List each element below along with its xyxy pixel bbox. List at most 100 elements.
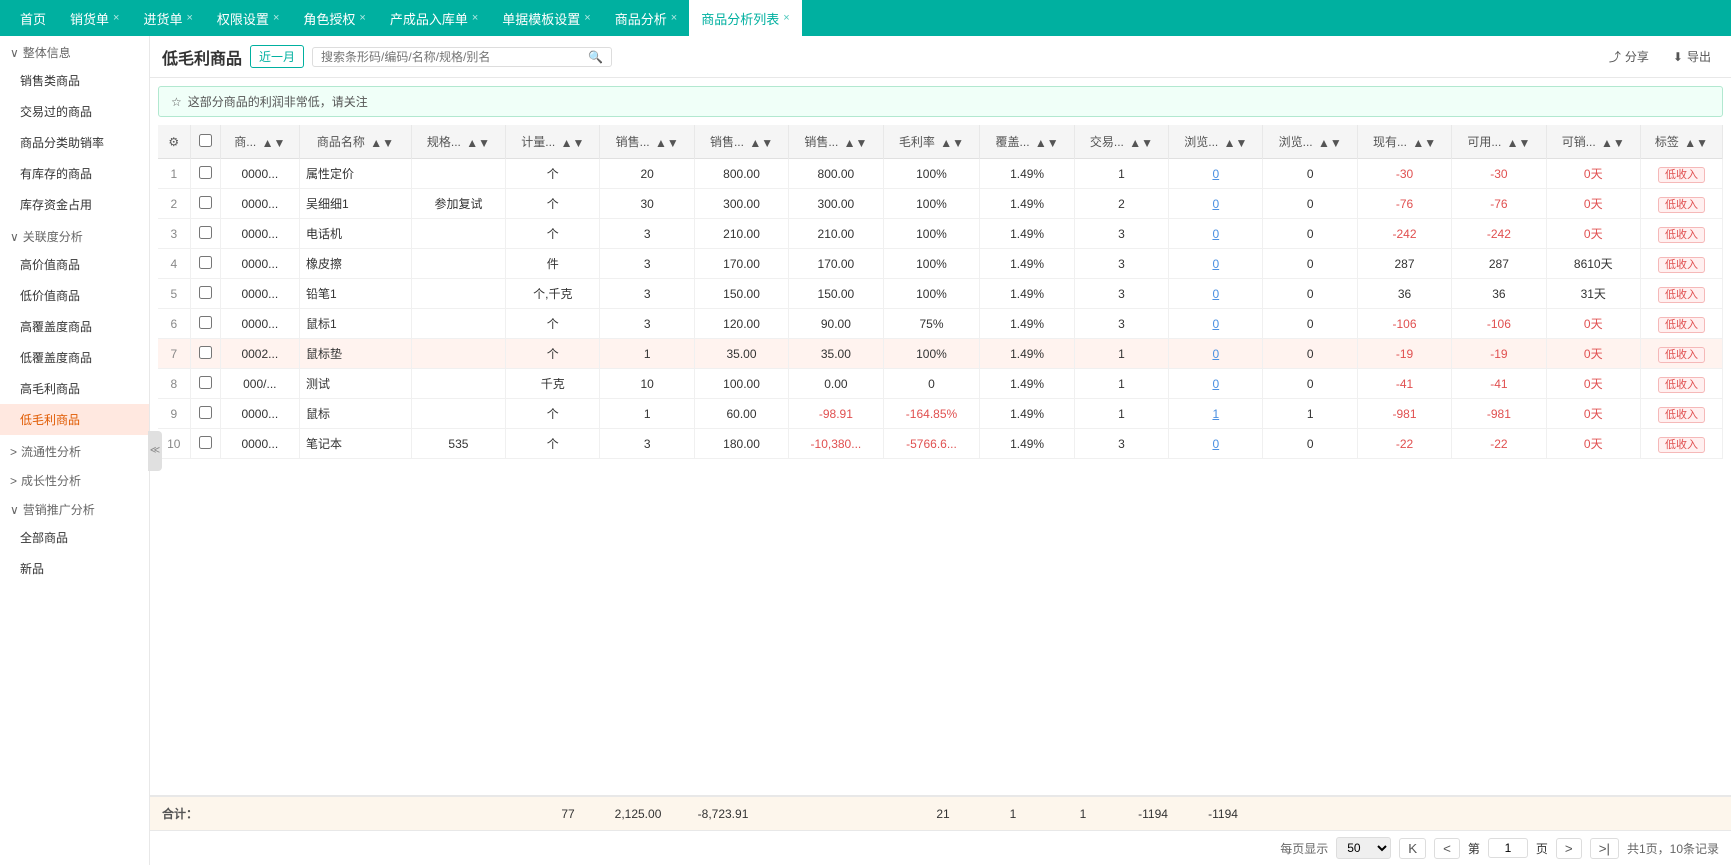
row-view1[interactable]: 0: [1169, 189, 1263, 219]
col-coverage[interactable]: 覆盖... ▲▼: [980, 125, 1074, 159]
row-gross-margin: 100%: [883, 219, 980, 249]
row-name[interactable]: 测试: [300, 369, 412, 399]
nav-template[interactable]: 单据模板设置 ×: [490, 0, 602, 36]
sidebar-group-marketing[interactable]: ∨ 营销推广分析: [0, 493, 149, 522]
row-sales-profit: 300.00: [789, 189, 883, 219]
row-name[interactable]: 鼠标垫: [300, 339, 412, 369]
sidebar-group-overall[interactable]: ∨ 整体信息: [0, 36, 149, 65]
row-name[interactable]: 橡皮擦: [300, 249, 412, 279]
nav-close-template[interactable]: ×: [584, 12, 590, 24]
col-view1[interactable]: 浏览... ▲▼: [1169, 125, 1263, 159]
row-view1[interactable]: 0: [1169, 369, 1263, 399]
col-name[interactable]: 商品名称 ▲▼: [300, 125, 412, 159]
nav-product-entry[interactable]: 产成品入库单 ×: [378, 0, 490, 36]
row-view2: 0: [1263, 249, 1357, 279]
col-available[interactable]: 可用... ▲▼: [1452, 125, 1546, 159]
sidebar-group-relevance[interactable]: ∨ 关联度分析: [0, 220, 149, 249]
sidebar-item-new-products[interactable]: 新品: [0, 553, 149, 584]
nav-close-sales[interactable]: ×: [113, 12, 119, 24]
nav-permissions[interactable]: 权限设置 ×: [205, 0, 291, 36]
sidebar-item-stocked[interactable]: 有库存的商品: [0, 158, 149, 189]
col-sales-qty[interactable]: 销售... ▲▼: [600, 125, 694, 159]
row-checkbox[interactable]: [190, 399, 220, 429]
nav-close-product-analysis-list[interactable]: ×: [783, 12, 789, 24]
table-container: ⚙ 商... ▲▼ 商品名称 ▲▼ 规格... ▲▼ 计量... ▲▼ 销售..…: [150, 125, 1731, 795]
row-view1[interactable]: 0: [1169, 159, 1263, 189]
col-transaction[interactable]: 交易... ▲▼: [1074, 125, 1168, 159]
sidebar-item-high-margin[interactable]: 高毛利商品: [0, 373, 149, 404]
nav-sales[interactable]: 销货单 ×: [58, 0, 131, 36]
row-checkbox[interactable]: [190, 339, 220, 369]
sidebar-collapse-btn[interactable]: ≪: [148, 431, 162, 471]
row-view1[interactable]: 1: [1169, 399, 1263, 429]
search-icon[interactable]: 🔍: [588, 50, 603, 64]
row-checkbox[interactable]: [190, 309, 220, 339]
col-code[interactable]: 商... ▲▼: [220, 125, 299, 159]
row-view1[interactable]: 0: [1169, 279, 1263, 309]
col-sales-profit[interactable]: 销售... ▲▼: [789, 125, 883, 159]
page-size-select[interactable]: 10 20 50 100: [1336, 837, 1391, 859]
sidebar-item-low-value[interactable]: 低价值商品: [0, 280, 149, 311]
col-settings[interactable]: ⚙: [158, 125, 190, 159]
next-page-btn[interactable]: >: [1556, 838, 1582, 859]
col-sales-amount[interactable]: 销售... ▲▼: [694, 125, 788, 159]
nav-close-roles[interactable]: ×: [359, 12, 365, 24]
nav-purchase[interactable]: 进货单 ×: [131, 0, 204, 36]
row-name[interactable]: 鼠标1: [300, 309, 412, 339]
sidebar-item-low-coverage[interactable]: 低覆盖度商品: [0, 342, 149, 373]
col-saleable[interactable]: 可销... ▲▼: [1546, 125, 1640, 159]
row-name[interactable]: 铅笔1: [300, 279, 412, 309]
select-all-checkbox[interactable]: [199, 134, 212, 147]
nav-close-permissions[interactable]: ×: [273, 12, 279, 24]
nav-roles[interactable]: 角色授权 ×: [291, 0, 377, 36]
row-name[interactable]: 电话机: [300, 219, 412, 249]
row-view1[interactable]: 0: [1169, 429, 1263, 459]
sidebar-item-high-value[interactable]: 高价值商品: [0, 249, 149, 280]
sidebar-item-all-products[interactable]: 全部商品: [0, 522, 149, 553]
row-name[interactable]: 属性定价: [300, 159, 412, 189]
export-button[interactable]: ⬇ 导出: [1665, 44, 1719, 69]
sidebar-item-capital[interactable]: 库存资金占用: [0, 189, 149, 220]
sidebar-item-sales-products[interactable]: 销售类商品: [0, 65, 149, 96]
row-view1[interactable]: 0: [1169, 339, 1263, 369]
sidebar-item-traded-products[interactable]: 交易过的商品: [0, 96, 149, 127]
page-number-input[interactable]: [1488, 838, 1528, 858]
sidebar-item-low-margin[interactable]: 低毛利商品: [0, 404, 149, 435]
row-spec: [411, 279, 505, 309]
row-checkbox[interactable]: [190, 219, 220, 249]
first-page-btn[interactable]: K: [1399, 838, 1426, 859]
row-name[interactable]: 吴细细1: [300, 189, 412, 219]
row-checkbox[interactable]: [190, 249, 220, 279]
last-page-btn[interactable]: >|: [1590, 838, 1619, 859]
row-checkbox[interactable]: [190, 429, 220, 459]
nav-product-analysis[interactable]: 商品分析 ×: [603, 0, 689, 36]
nav-home[interactable]: 首页: [8, 0, 58, 36]
row-name[interactable]: 鼠标: [300, 399, 412, 429]
row-name[interactable]: 笔记本: [300, 429, 412, 459]
col-unit[interactable]: 计量... ▲▼: [506, 125, 600, 159]
row-checkbox[interactable]: [190, 279, 220, 309]
row-view1[interactable]: 0: [1169, 309, 1263, 339]
row-view1[interactable]: 0: [1169, 249, 1263, 279]
sidebar-group-growth[interactable]: > 成长性分析: [0, 464, 149, 493]
col-spec[interactable]: 规格... ▲▼: [411, 125, 505, 159]
col-view2[interactable]: 浏览... ▲▼: [1263, 125, 1357, 159]
share-button[interactable]: ⤴ 分享: [1601, 44, 1657, 69]
search-input[interactable]: [321, 50, 588, 64]
sidebar-group-liquidity[interactable]: > 流通性分析: [0, 435, 149, 464]
sidebar-item-category-rate[interactable]: 商品分类助销率: [0, 127, 149, 158]
nav-product-analysis-list[interactable]: 商品分析列表 ×: [689, 0, 801, 36]
row-checkbox[interactable]: [190, 189, 220, 219]
row-view1[interactable]: 0: [1169, 219, 1263, 249]
nav-close-product-analysis[interactable]: ×: [671, 12, 677, 24]
row-checkbox[interactable]: [190, 369, 220, 399]
sidebar-item-high-coverage[interactable]: 高覆盖度商品: [0, 311, 149, 342]
date-filter-button[interactable]: 近一月: [250, 45, 304, 68]
col-current[interactable]: 现有... ▲▼: [1357, 125, 1451, 159]
nav-close-purchase[interactable]: ×: [186, 12, 192, 24]
nav-close-product-entry[interactable]: ×: [472, 12, 478, 24]
col-gross-margin[interactable]: 毛利率 ▲▼: [883, 125, 980, 159]
prev-page-btn[interactable]: <: [1434, 838, 1460, 859]
col-tag[interactable]: 标签 ▲▼: [1640, 125, 1722, 159]
row-checkbox[interactable]: [190, 159, 220, 189]
